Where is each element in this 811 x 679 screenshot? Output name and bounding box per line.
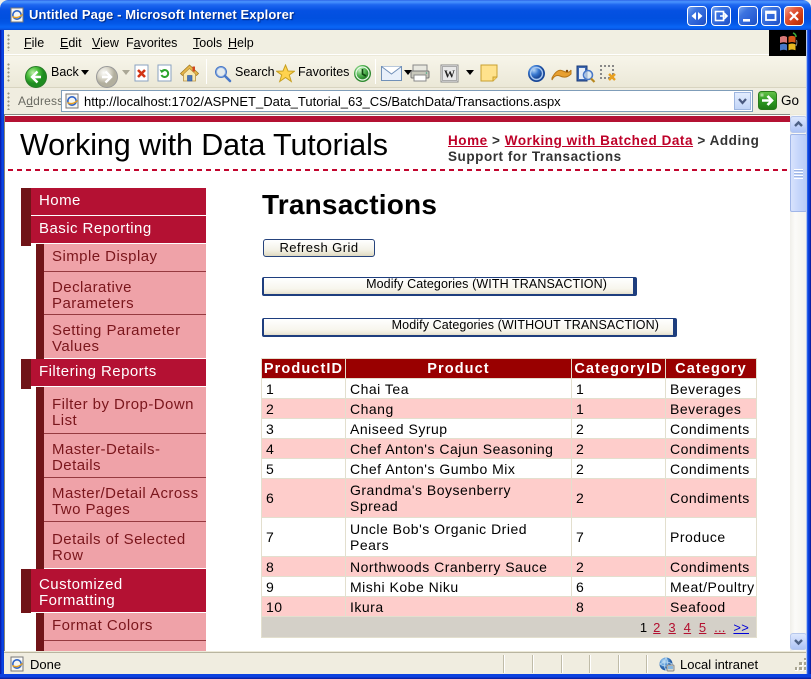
svg-text:W: W (444, 69, 455, 81)
